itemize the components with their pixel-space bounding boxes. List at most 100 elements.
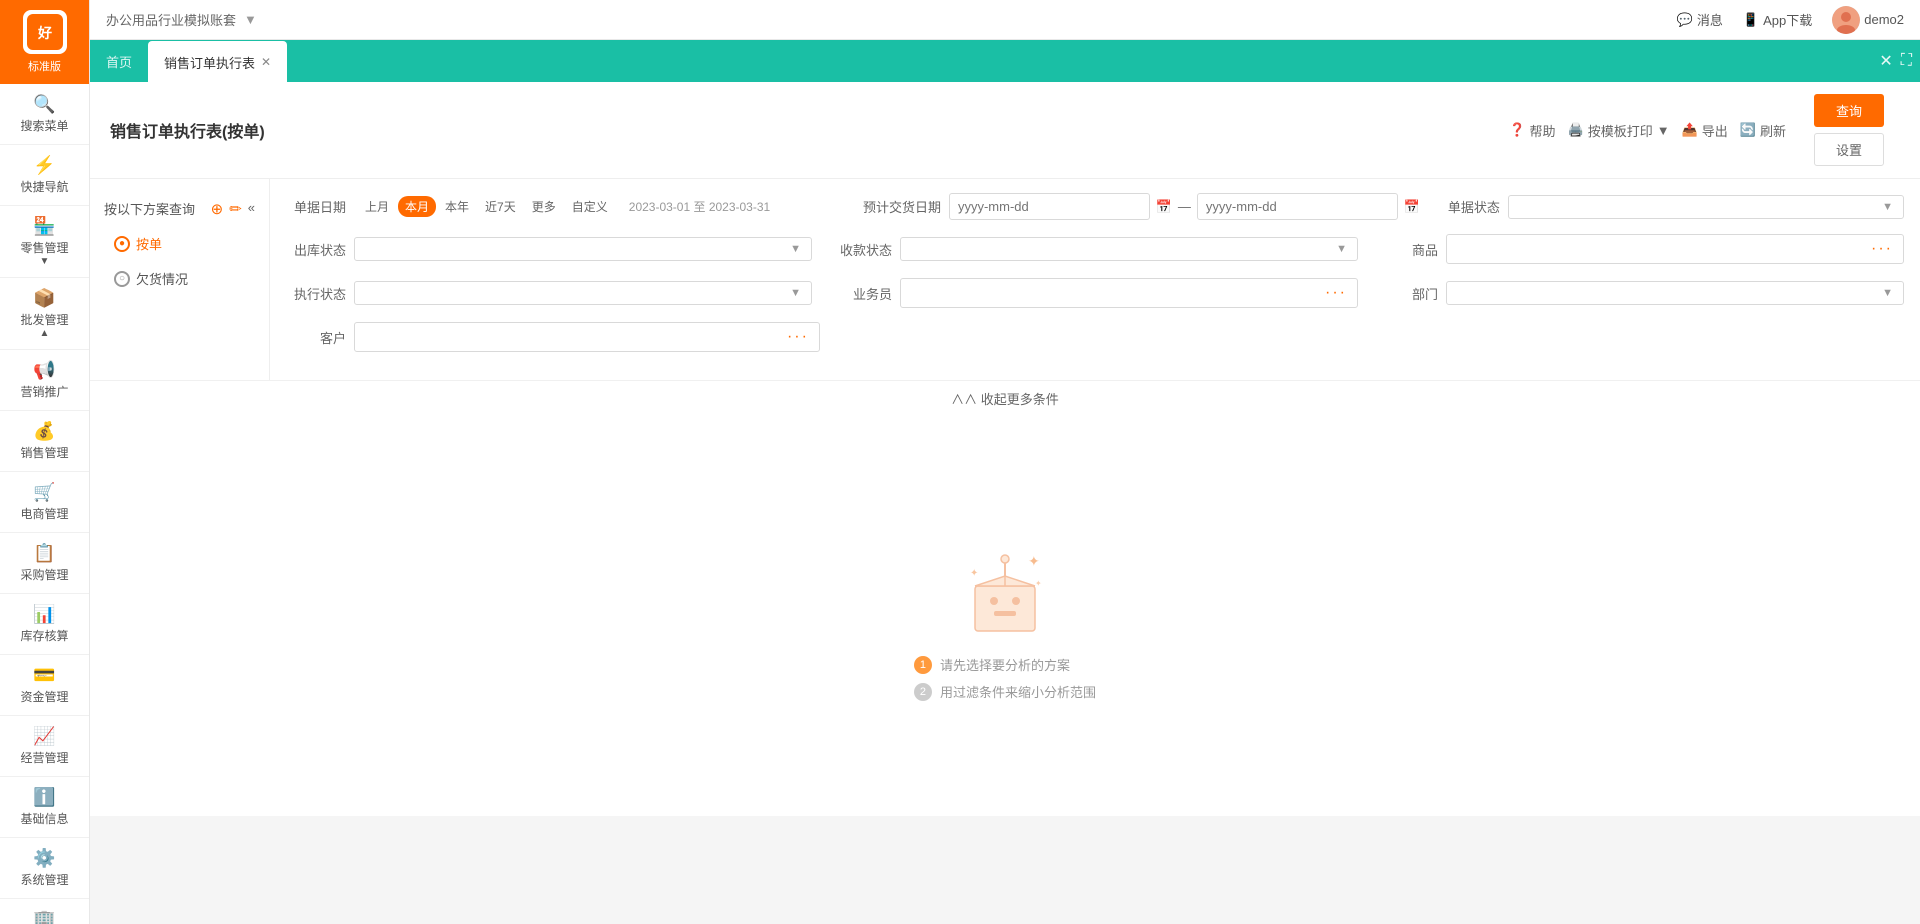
- sidebar-item-marketing-label: 营销推广: [20, 383, 68, 400]
- sidebar-item-sales[interactable]: 💰 销售管理: [0, 411, 89, 472]
- sidebar-item-marketing[interactable]: 📢 营销推广: [0, 350, 89, 411]
- date-tab-custom[interactable]: 自定义: [565, 196, 615, 217]
- top-bar: 办公用品行业模拟账套 ▼ 💬 消息 📱 App下载 demo2: [90, 0, 1920, 40]
- out-status-field: 出库状态 ▼: [286, 237, 812, 261]
- edit-filter-icon[interactable]: ✏: [229, 200, 242, 218]
- sidebar-item-finance[interactable]: 💳 资金管理: [0, 655, 89, 716]
- date-tab-last-month[interactable]: 上月: [358, 196, 396, 217]
- expected-date-end[interactable]: [1197, 193, 1398, 220]
- breadcrumb-dropdown-icon[interactable]: ▼: [244, 12, 257, 27]
- sidebar-item-operations[interactable]: 📈 经营管理: [0, 716, 89, 777]
- tab-bar-actions: ✕ ⛶: [1879, 51, 1920, 71]
- sidebar-item-system-label: 系统管理: [20, 871, 68, 888]
- filter-nav-欠货情况[interactable]: ○ 欠货情况: [90, 261, 269, 296]
- purchase-icon: 📋: [33, 543, 55, 564]
- date-tab-more[interactable]: 更多: [525, 196, 563, 217]
- sidebar-item-purchase-label: 采购管理: [20, 566, 68, 583]
- filter-nav-按单[interactable]: ● 按单: [90, 226, 269, 261]
- add-filter-icon[interactable]: ⊕: [211, 200, 224, 218]
- sidebar-item-inventory[interactable]: 📊 库存核算: [0, 594, 89, 655]
- collapse-filter-icon[interactable]: «: [248, 200, 255, 218]
- filter-panel-title: 按以下方案查询: [104, 199, 195, 218]
- logo-icon: 好: [23, 10, 67, 54]
- marketing-icon: 📢: [33, 360, 55, 381]
- tab-sales-order[interactable]: 销售订单执行表 ✕: [148, 41, 287, 83]
- sidebar-item-basic[interactable]: ℹ️ 基础信息: [0, 777, 89, 838]
- sidebar-item-basic-label: 基础信息: [20, 810, 68, 827]
- sidebar-item-system[interactable]: ⚙️ 系统管理: [0, 838, 89, 899]
- app-download-button[interactable]: 📱 App下载: [1743, 10, 1812, 29]
- tip-num-1: 1: [914, 656, 932, 674]
- payment-status-label: 收款状态: [832, 240, 892, 259]
- doc-status-select[interactable]: ▼: [1508, 195, 1904, 219]
- filter-nav-按单-label: 按单: [136, 234, 162, 253]
- product-select[interactable]: ···: [1446, 234, 1904, 264]
- product-field: 商品 ···: [1378, 234, 1904, 264]
- settings-button[interactable]: 设置: [1814, 133, 1884, 166]
- chevron-up-icon: ▲: [40, 328, 50, 339]
- expected-date-start[interactable]: [949, 193, 1150, 220]
- system-icon: ⚙️: [33, 848, 55, 869]
- tab-home[interactable]: 首页: [90, 40, 148, 82]
- salesperson-select[interactable]: ···: [900, 278, 1358, 308]
- exec-status-field: 执行状态 ▼: [286, 281, 812, 305]
- sidebar-item-inventory-label: 库存核算: [20, 627, 68, 644]
- sidebar-item-ecommerce[interactable]: 🛒 电商管理: [0, 472, 89, 533]
- search-icon: 🔍: [33, 94, 55, 115]
- date-tab-7days[interactable]: 近7天: [478, 196, 523, 217]
- tab-close-all-icon[interactable]: ✕: [1879, 51, 1892, 71]
- empty-state: ✦ ✦ ✦ 1 请先选择要分析的方案 2 用过滤条件来缩小分析范围: [914, 531, 1096, 701]
- salesperson-field: 业务员 ···: [832, 278, 1358, 308]
- user-area[interactable]: demo2: [1832, 6, 1904, 34]
- collapse-row[interactable]: ∧∧ 收起更多条件: [90, 380, 1920, 416]
- payment-status-select[interactable]: ▼: [900, 237, 1358, 261]
- sidebar-item-wholesale-label: 批发管理: [20, 311, 68, 328]
- out-status-chevron: ▼: [790, 243, 801, 255]
- product-more-icon[interactable]: ···: [1871, 240, 1893, 258]
- salesperson-label: 业务员: [832, 284, 892, 303]
- customer-select[interactable]: ···: [354, 322, 820, 352]
- doc-status-chevron: ▼: [1882, 201, 1893, 213]
- sidebar-item-nav[interactable]: ⚡ 快捷导航: [0, 145, 89, 206]
- tab-expand-icon[interactable]: ⛶: [1901, 52, 1912, 70]
- message-icon: 💬: [1677, 12, 1693, 28]
- print-button[interactable]: 🖨️ 按模板打印 ▼: [1568, 121, 1670, 140]
- help-button[interactable]: ❓ 帮助: [1509, 121, 1555, 140]
- tab-close-icon[interactable]: ✕: [261, 55, 271, 69]
- date-sep: —: [1178, 199, 1191, 214]
- export-label: 导出: [1702, 121, 1728, 140]
- top-bar-right: 💬 消息 📱 App下载 demo2: [1677, 6, 1904, 34]
- payment-status-field: 收款状态 ▼: [832, 237, 1358, 261]
- cal-icon-1[interactable]: 📅: [1156, 199, 1172, 215]
- logo-area[interactable]: 好 标准版: [0, 0, 89, 84]
- customer-more-icon[interactable]: ···: [787, 328, 809, 346]
- sidebar-item-purchase[interactable]: 📋 采购管理: [0, 533, 89, 594]
- date-field: 单据日期 上月 本月 本年 近7天 更多 自定义 2023-03-01 至 20…: [286, 196, 843, 217]
- customer-label: 客户: [286, 328, 346, 347]
- export-icon: 📤: [1682, 122, 1698, 138]
- out-status-label: 出库状态: [286, 240, 346, 259]
- sidebar-item-operations-label: 经营管理: [20, 749, 68, 766]
- cal-icon-2[interactable]: 📅: [1404, 199, 1420, 215]
- salesperson-more-icon[interactable]: ···: [1325, 284, 1347, 302]
- sales-icon: 💰: [33, 421, 55, 442]
- sidebar-item-sales-label: 销售管理: [20, 444, 68, 461]
- date-tab-this-month[interactable]: 本月: [398, 196, 436, 217]
- date-tabs: 上月 本月 本年 近7天 更多 自定义: [358, 196, 615, 217]
- sidebar-item-wholesale[interactable]: 📦 批发管理 ▲: [0, 278, 89, 350]
- sidebar-item-retail[interactable]: 🏪 零售管理 ▼: [0, 206, 89, 278]
- sidebar-item-enterprise[interactable]: 🏢 企业协同: [0, 899, 89, 924]
- app-icon: 📱: [1743, 12, 1759, 28]
- out-status-select[interactable]: ▼: [354, 237, 812, 261]
- export-button[interactable]: 📤 导出: [1682, 121, 1728, 140]
- exec-status-select[interactable]: ▼: [354, 281, 812, 305]
- sidebar-item-search[interactable]: 🔍 搜索菜单: [0, 84, 89, 145]
- refresh-button[interactable]: 🔄 刷新: [1740, 121, 1786, 140]
- query-button[interactable]: 查询: [1814, 94, 1884, 127]
- search-row-2: 出库状态 ▼ 收款状态 ▼: [286, 234, 1904, 264]
- message-button[interactable]: 💬 消息: [1677, 10, 1723, 29]
- date-tab-this-year[interactable]: 本年: [438, 196, 476, 217]
- filter-left: 按以下方案查询 ⊕ ✏ « ● 按单 ○ 欠货情况: [90, 179, 270, 380]
- dept-select[interactable]: ▼: [1446, 281, 1904, 305]
- user-avatar: [1832, 6, 1860, 34]
